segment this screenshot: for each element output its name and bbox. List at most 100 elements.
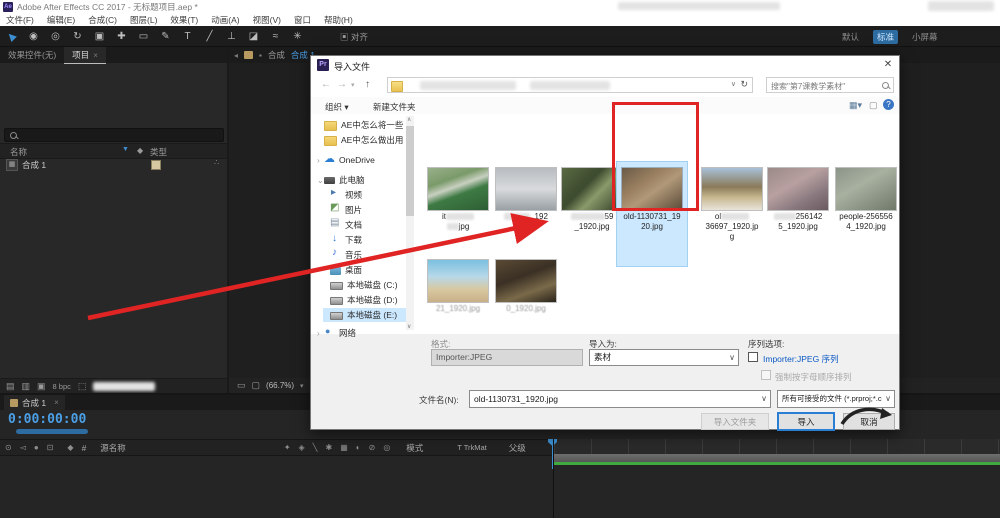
sequence-checkbox-label[interactable]: Importer:JPEG 序列 — [763, 353, 839, 365]
menu-item[interactable]: 窗口 — [294, 14, 311, 26]
zoom-tool-icon[interactable]: ◎ — [49, 31, 62, 42]
source-name-column[interactable]: 源名称 — [100, 442, 126, 454]
work-area-bar[interactable] — [554, 454, 1000, 462]
menu-item[interactable]: 合成(C) — [88, 14, 117, 26]
video-visibility-icon[interactable]: ⊙ — [5, 443, 12, 452]
sidebar-item-桌面[interactable]: 桌面 — [323, 263, 411, 277]
current-timecode[interactable]: 0:00:00:00 — [8, 412, 86, 427]
chevron-down-icon[interactable]: ▾ — [300, 382, 304, 390]
quality-icon[interactable]: ╲ — [313, 443, 318, 452]
lock-icon[interactable]: ▪ — [259, 51, 262, 60]
pan-behind-tool-icon[interactable]: ✚ — [115, 31, 128, 42]
menu-item[interactable]: 效果(T) — [170, 14, 198, 26]
chevron-down-icon[interactable]: ∨ — [761, 391, 767, 407]
clone-stamp-tool-icon[interactable]: ⊥ — [225, 31, 238, 42]
sidebar-scrollbar[interactable]: ∧ ∨ — [406, 116, 414, 330]
sidebar-item-本地磁盘(C:)[interactable]: 本地磁盘 (C:) — [323, 278, 411, 292]
timeline-tab[interactable]: 合成 1 × — [4, 395, 65, 410]
label-swatch[interactable] — [151, 160, 161, 170]
menu-item[interactable]: 视图(V) — [253, 14, 281, 26]
help-icon[interactable]: ? — [883, 99, 894, 110]
audio-icon[interactable]: ◅ — [20, 443, 26, 452]
scroll-up-icon[interactable]: ∧ — [407, 116, 411, 123]
chevron-down-icon[interactable]: ∨ — [731, 80, 736, 88]
sequence-checkbox[interactable] — [748, 352, 758, 362]
view-mode-icon[interactable]: ▦▾ — [849, 100, 862, 111]
collapse-icon[interactable]: ◈ — [299, 443, 305, 452]
puppet-pin-tool-icon[interactable]: ✳ — [291, 31, 304, 42]
sidebar-item-此电脑[interactable]: ⌄此电脑 — [317, 173, 405, 187]
project-item-row[interactable]: ▦ 合成 1 ∴ — [0, 157, 227, 171]
forward-icon[interactable]: → — [337, 79, 347, 90]
eraser-tool-icon[interactable]: ◪ — [247, 31, 260, 42]
solo-icon[interactable]: ● — [34, 443, 39, 452]
close-icon[interactable]: × — [93, 51, 98, 60]
menu-item[interactable]: 图层(L) — [130, 14, 157, 26]
new-folder-icon[interactable]: ▥ — [22, 381, 31, 392]
refresh-icon[interactable]: ↻ — [740, 79, 748, 90]
pen-tool-icon[interactable]: ✎ — [159, 31, 172, 42]
file-item[interactable]: 21_1920.jpg — [423, 254, 493, 314]
new-folder-button[interactable]: 新建文件夹 — [373, 101, 416, 113]
align-toggle[interactable]: ▣ 对齐 — [340, 31, 368, 43]
scroll-down-icon[interactable]: ∨ — [407, 323, 411, 330]
label-icon[interactable]: ◆ — [67, 443, 73, 452]
sidebar-item-本地磁盘(E:)[interactable]: 本地磁盘 (E:) — [323, 308, 411, 322]
lock-icon[interactable]: ⊡ — [47, 443, 54, 452]
chevron-left-icon[interactable]: ◂ — [234, 51, 238, 60]
bit-depth[interactable]: 8 bpc — [53, 382, 71, 391]
filename-input[interactable]: old-1130731_1920.jpg∨ — [469, 390, 771, 408]
menu-item[interactable]: 编辑(E) — [47, 14, 75, 26]
label-column-icon[interactable]: ◆ — [137, 146, 143, 155]
3d-icon[interactable]: ◎ — [383, 443, 390, 452]
new-composition-icon[interactable]: ▣ — [37, 381, 46, 392]
interpret-footage-icon[interactable]: ▤ — [6, 381, 15, 392]
tab-effect-controls[interactable]: 效果控件(无) — [0, 47, 64, 63]
workspace-item[interactable]: 小屏幕 — [908, 30, 942, 44]
close-icon[interactable]: ✕ — [879, 59, 897, 70]
region-icon[interactable]: ▢ — [252, 380, 261, 391]
mode-column[interactable]: 模式 — [406, 442, 423, 454]
file-item[interactable]: _1920.jpg — [491, 162, 561, 232]
dialog-title-bar[interactable]: Pr 导入文件 ✕ — [311, 56, 899, 74]
close-icon[interactable]: × — [54, 398, 59, 407]
roto-brush-tool-icon[interactable]: ≈ — [269, 31, 282, 42]
adjustment-icon[interactable]: ⊘ — [369, 443, 376, 452]
chevron-down-icon[interactable]: ▾ — [351, 81, 355, 89]
frame-blend-icon[interactable]: ▦ — [340, 443, 348, 452]
sidebar-item-下载[interactable]: 下载 — [323, 233, 411, 247]
effects-icon[interactable]: ✱ — [326, 443, 333, 452]
import-as-select[interactable]: 素材∨ — [589, 349, 739, 366]
monitor-icon[interactable]: ▭ — [237, 380, 246, 391]
file-item[interactable]: ol36697_1920.jpg — [697, 162, 767, 242]
menu-item[interactable]: 帮助(H) — [324, 14, 353, 26]
selection-tool-icon[interactable]: ▶ — [3, 28, 20, 45]
camera-tool-icon[interactable]: ▣ — [93, 31, 106, 42]
menu-item[interactable]: 文件(F) — [6, 14, 34, 26]
sidebar-item-文档[interactable]: 文档 — [323, 218, 411, 232]
motion-blur-icon[interactable]: ◐ — [356, 443, 361, 452]
workspace-item[interactable]: 默认 — [838, 30, 863, 44]
sidebar-item-AE中怎么将一些[interactable]: AE中怎么将一些 — [317, 118, 405, 132]
dialog-search-input[interactable]: 搜索"第7课教学素材" — [766, 77, 894, 93]
import-button[interactable]: 导入 — [777, 412, 835, 431]
sidebar-item-网络[interactable]: ›网络 — [317, 326, 405, 340]
file-item[interactable]: 2561425_1920.jpg — [763, 162, 833, 232]
shape-tool-icon[interactable]: ▭ — [137, 31, 150, 42]
sort-arrow-icon[interactable]: ▼ — [122, 146, 129, 153]
rotate-tool-icon[interactable]: ↻ — [71, 31, 84, 42]
file-item[interactable]: people-2565564_1920.jpg — [831, 162, 901, 232]
sidebar-item-OneDrive[interactable]: ›OneDrive — [317, 153, 405, 167]
organize-button[interactable]: 组织 ▾ — [325, 101, 349, 113]
sidebar-item-AE中怎么做出用[interactable]: AE中怎么做出用 — [317, 133, 405, 147]
shy-icon[interactable]: ✦ — [284, 443, 291, 452]
file-item[interactable]: itjpg — [423, 162, 493, 232]
sidebar-item-视频[interactable]: 视频 — [323, 188, 411, 202]
up-icon[interactable]: ↑ — [365, 79, 370, 90]
zoom-level[interactable]: (66.7%) — [266, 381, 294, 390]
sidebar-item-本地磁盘(D:)[interactable]: 本地磁盘 (D:) — [323, 293, 411, 307]
back-icon[interactable]: ← — [321, 79, 331, 90]
workspace-item[interactable]: 标准 — [873, 30, 898, 44]
brush-tool-icon[interactable]: ╱ — [203, 31, 216, 42]
scrollbar-thumb[interactable] — [406, 126, 414, 216]
